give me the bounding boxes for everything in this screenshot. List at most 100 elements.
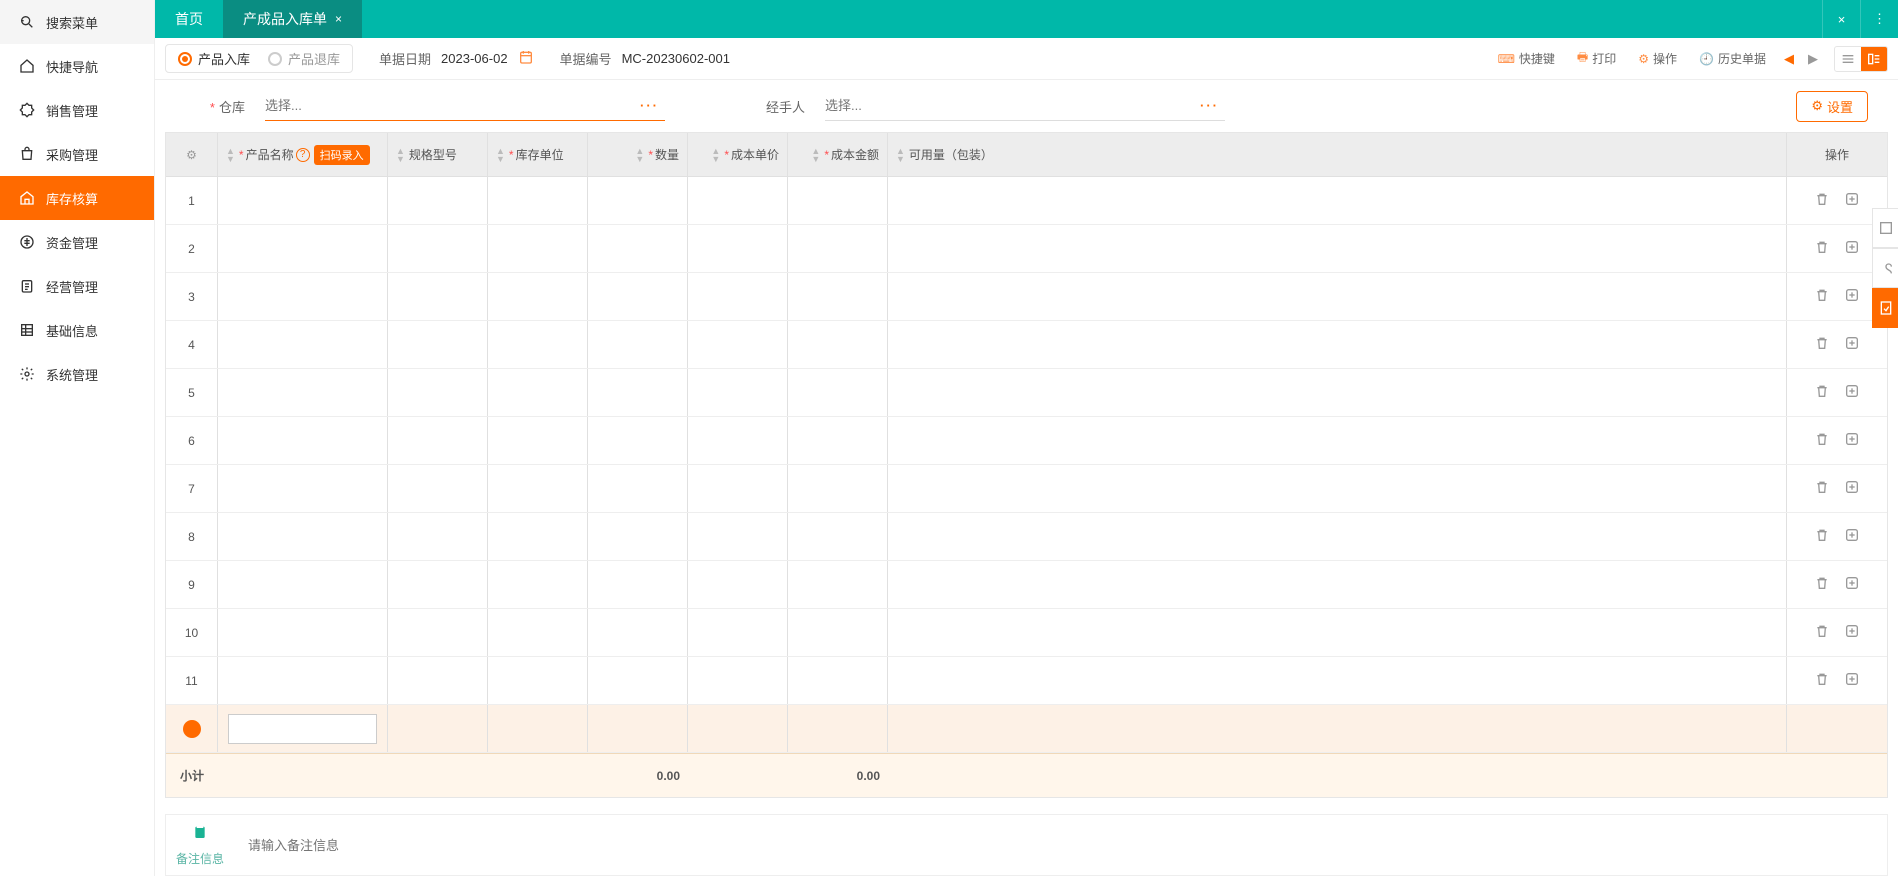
handler-select[interactable]: ··· bbox=[825, 91, 1225, 121]
col-amount[interactable]: ▲▼*成本金额 bbox=[788, 133, 888, 176]
add-row-icon[interactable] bbox=[1844, 527, 1860, 546]
sort-icon[interactable]: ▲▼ bbox=[226, 147, 235, 163]
cell-qty[interactable] bbox=[588, 609, 688, 656]
cell-amount[interactable] bbox=[788, 513, 888, 560]
sort-icon[interactable]: ▲▼ bbox=[896, 147, 905, 163]
cell-qty[interactable] bbox=[588, 657, 688, 704]
col-unit[interactable]: ▲▼*库存单位 bbox=[488, 133, 588, 176]
more-icon[interactable]: ··· bbox=[634, 98, 665, 113]
table-row[interactable]: 2 bbox=[166, 225, 1887, 273]
cell-qty[interactable] bbox=[588, 513, 688, 560]
delete-row-icon[interactable] bbox=[1814, 335, 1830, 354]
cell-qty[interactable] bbox=[588, 177, 688, 224]
cell-available[interactable] bbox=[888, 465, 1787, 512]
table-row[interactable]: 8 bbox=[166, 513, 1887, 561]
col-config[interactable]: ⚙ bbox=[166, 133, 218, 176]
history-button[interactable]: 🕘历史单据 bbox=[1691, 50, 1774, 67]
scan-button[interactable]: 扫码录入 bbox=[314, 145, 370, 165]
table-row[interactable]: 11 bbox=[166, 657, 1887, 705]
cell-spec[interactable] bbox=[388, 465, 488, 512]
sidebar-item-inventory[interactable]: 库存核算 bbox=[0, 176, 154, 220]
product-edit-input[interactable] bbox=[228, 714, 377, 744]
print-button[interactable]: 🖶打印 bbox=[1569, 48, 1624, 69]
tabbar-close-button[interactable]: × bbox=[1822, 0, 1860, 38]
add-row-icon[interactable] bbox=[1844, 671, 1860, 690]
cell-price[interactable] bbox=[688, 321, 788, 368]
next-doc-button[interactable]: ▶ bbox=[1804, 51, 1822, 67]
cell-amount[interactable] bbox=[788, 609, 888, 656]
add-row-icon[interactable] bbox=[1844, 431, 1860, 450]
col-product[interactable]: ▲▼*产品名称?扫码录入 bbox=[218, 133, 388, 176]
sort-icon[interactable]: ▲▼ bbox=[811, 147, 820, 163]
cell-product[interactable] bbox=[218, 273, 388, 320]
cell-spec[interactable] bbox=[388, 657, 488, 704]
cell-product[interactable] bbox=[218, 369, 388, 416]
tab-home[interactable]: 首页 bbox=[155, 0, 223, 38]
rail-tab-2[interactable] bbox=[1872, 248, 1898, 288]
radio-return[interactable]: 产品退库 bbox=[268, 49, 340, 68]
sidebar-item-basicinfo[interactable]: 基础信息 bbox=[0, 308, 154, 352]
cell-spec[interactable] bbox=[388, 513, 488, 560]
delete-row-icon[interactable] bbox=[1814, 575, 1830, 594]
cell-unit[interactable] bbox=[488, 321, 588, 368]
tab-product-inbound[interactable]: 产成品入库单× bbox=[223, 0, 362, 38]
add-row-icon[interactable] bbox=[1844, 575, 1860, 594]
delete-row-icon[interactable] bbox=[1814, 191, 1830, 210]
cell-available[interactable] bbox=[888, 177, 1787, 224]
cell-price[interactable] bbox=[688, 369, 788, 416]
table-row[interactable]: 1 bbox=[166, 177, 1887, 225]
cell-spec[interactable] bbox=[388, 369, 488, 416]
delete-row-icon[interactable] bbox=[1814, 287, 1830, 306]
sidebar-item-quicknav[interactable]: 快捷导航 bbox=[0, 44, 154, 88]
cell-unit[interactable] bbox=[488, 561, 588, 608]
cell-product[interactable] bbox=[218, 177, 388, 224]
handler-input[interactable] bbox=[825, 98, 1194, 113]
cell-price[interactable] bbox=[688, 609, 788, 656]
cell-available[interactable] bbox=[888, 321, 1787, 368]
cell-qty[interactable] bbox=[588, 321, 688, 368]
warehouse-select[interactable]: ··· bbox=[265, 91, 665, 121]
add-row-icon[interactable] bbox=[1844, 335, 1860, 354]
view-list-button[interactable] bbox=[1835, 47, 1861, 71]
sort-icon[interactable]: ▲▼ bbox=[496, 147, 505, 163]
calendar-icon[interactable] bbox=[518, 49, 534, 68]
cell-unit[interactable] bbox=[488, 513, 588, 560]
cell-amount[interactable] bbox=[788, 225, 888, 272]
cell-product[interactable] bbox=[218, 225, 388, 272]
cell-spec[interactable] bbox=[388, 273, 488, 320]
help-icon[interactable]: ? bbox=[296, 148, 310, 162]
cell-qty[interactable] bbox=[588, 561, 688, 608]
cell-spec[interactable] bbox=[388, 225, 488, 272]
cell-product[interactable] bbox=[218, 321, 388, 368]
cell-qty[interactable] bbox=[588, 273, 688, 320]
cell-available[interactable] bbox=[888, 609, 1787, 656]
remarks-tab[interactable]: 备注信息 bbox=[166, 823, 234, 867]
cell-amount[interactable] bbox=[788, 465, 888, 512]
cell-product[interactable] bbox=[218, 465, 388, 512]
cell-product[interactable] bbox=[218, 705, 388, 752]
cell-available[interactable] bbox=[888, 273, 1787, 320]
table-row[interactable]: 4 bbox=[166, 321, 1887, 369]
delete-row-icon[interactable] bbox=[1814, 239, 1830, 258]
delete-row-icon[interactable] bbox=[1814, 479, 1830, 498]
delete-row-icon[interactable] bbox=[1814, 527, 1830, 546]
cell-qty[interactable] bbox=[588, 369, 688, 416]
remarks-input[interactable] bbox=[248, 838, 1873, 853]
col-available[interactable]: ▲▼可用量（包装） bbox=[888, 133, 1787, 176]
cell-unit[interactable] bbox=[488, 225, 588, 272]
cell-spec[interactable] bbox=[388, 177, 488, 224]
cell-price[interactable] bbox=[688, 273, 788, 320]
cell-unit[interactable] bbox=[488, 609, 588, 656]
radio-inbound[interactable]: 产品入库 bbox=[178, 49, 250, 68]
sidebar-item-sales[interactable]: 销售管理 bbox=[0, 88, 154, 132]
cell-unit[interactable] bbox=[488, 465, 588, 512]
col-spec[interactable]: ▲▼规格型号 bbox=[388, 133, 488, 176]
cell-available[interactable] bbox=[888, 657, 1787, 704]
add-row-icon[interactable] bbox=[1844, 191, 1860, 210]
doc-date-value[interactable]: 2023-06-02 bbox=[441, 51, 508, 66]
cell-amount[interactable] bbox=[788, 417, 888, 464]
cell-price[interactable] bbox=[688, 177, 788, 224]
cell-product[interactable] bbox=[218, 657, 388, 704]
delete-row-icon[interactable] bbox=[1814, 431, 1830, 450]
table-row[interactable]: 3 bbox=[166, 273, 1887, 321]
